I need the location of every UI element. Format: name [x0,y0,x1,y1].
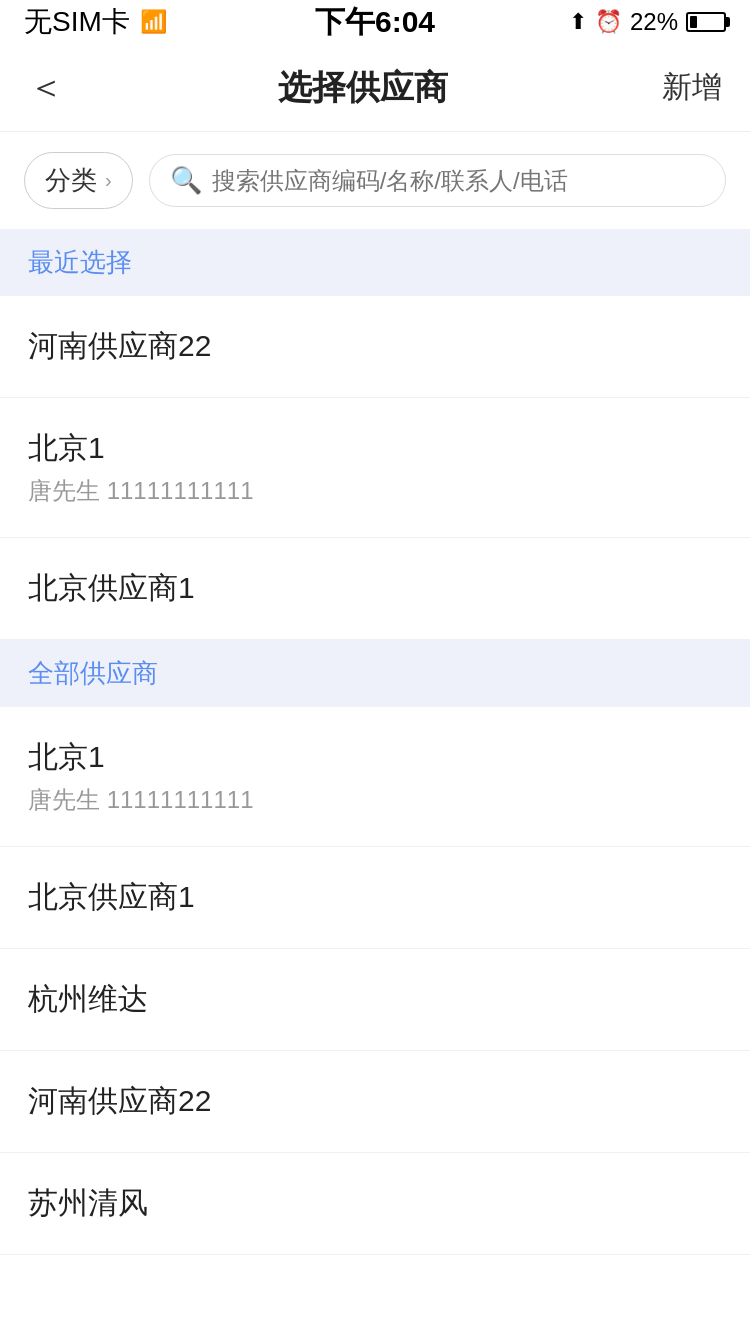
carrier-text: 无SIM卡 [24,3,130,41]
list-item[interactable]: 北京供应商1 [0,847,750,949]
search-input[interactable] [212,167,705,195]
back-button[interactable]: ＜ [28,63,64,112]
alarm-icon: ⏰ [595,9,622,35]
list-item[interactable]: 杭州维达 [0,949,750,1051]
item-name: 杭州维达 [28,979,722,1020]
item-contact: 唐先生 11111111111 [28,475,722,507]
status-carrier: 无SIM卡 📶 [24,3,167,41]
page-title: 选择供应商 [278,65,448,111]
chevron-right-icon: › [105,169,112,192]
battery-percent: 22% [630,8,678,36]
search-box[interactable]: 🔍 [149,154,726,207]
list-item[interactable]: 苏州清风 [0,1153,750,1255]
item-contact: 唐先生 11111111111 [28,784,722,816]
wifi-icon: 📶 [140,9,167,35]
status-time: 下午6:04 [315,2,435,43]
search-icon: 🔍 [170,165,202,196]
item-name: 北京供应商1 [28,877,722,918]
all-section-title: 全部供应商 [28,658,158,688]
item-name: 苏州清风 [28,1183,722,1224]
item-name: 北京供应商1 [28,568,722,609]
item-name: 河南供应商22 [28,326,722,367]
category-label: 分类 [45,163,97,198]
battery-icon [686,12,726,32]
location-icon: ⬆ [569,9,587,35]
nav-bar: ＜ 选择供应商 新增 [0,44,750,132]
item-name: 北京1 [28,428,722,469]
list-item[interactable]: 北京1 唐先生 11111111111 [0,707,750,847]
recent-list: 河南供应商22 北京1 唐先生 11111111111 北京供应商1 [0,296,750,640]
status-right: ⬆ ⏰ 22% [569,8,726,36]
category-filter[interactable]: 分类 › [24,152,133,209]
list-item[interactable]: 河南供应商22 [0,296,750,398]
list-item[interactable]: 北京1 唐先生 11111111111 [0,398,750,538]
item-name: 河南供应商22 [28,1081,722,1122]
recent-section-title: 最近选择 [28,247,132,277]
all-section-header: 全部供应商 [0,640,750,707]
status-bar: 无SIM卡 📶 下午6:04 ⬆ ⏰ 22% [0,0,750,44]
list-item[interactable]: 北京供应商1 [0,538,750,640]
filter-bar: 分类 › 🔍 [0,132,750,229]
item-name: 北京1 [28,737,722,778]
all-list: 北京1 唐先生 11111111111 北京供应商1 杭州维达河南供应商22 苏州清风 [0,707,750,1255]
add-button[interactable]: 新增 [662,67,722,108]
recent-section-header: 最近选择 [0,229,750,296]
list-item[interactable]: 河南供应商22 [0,1051,750,1153]
